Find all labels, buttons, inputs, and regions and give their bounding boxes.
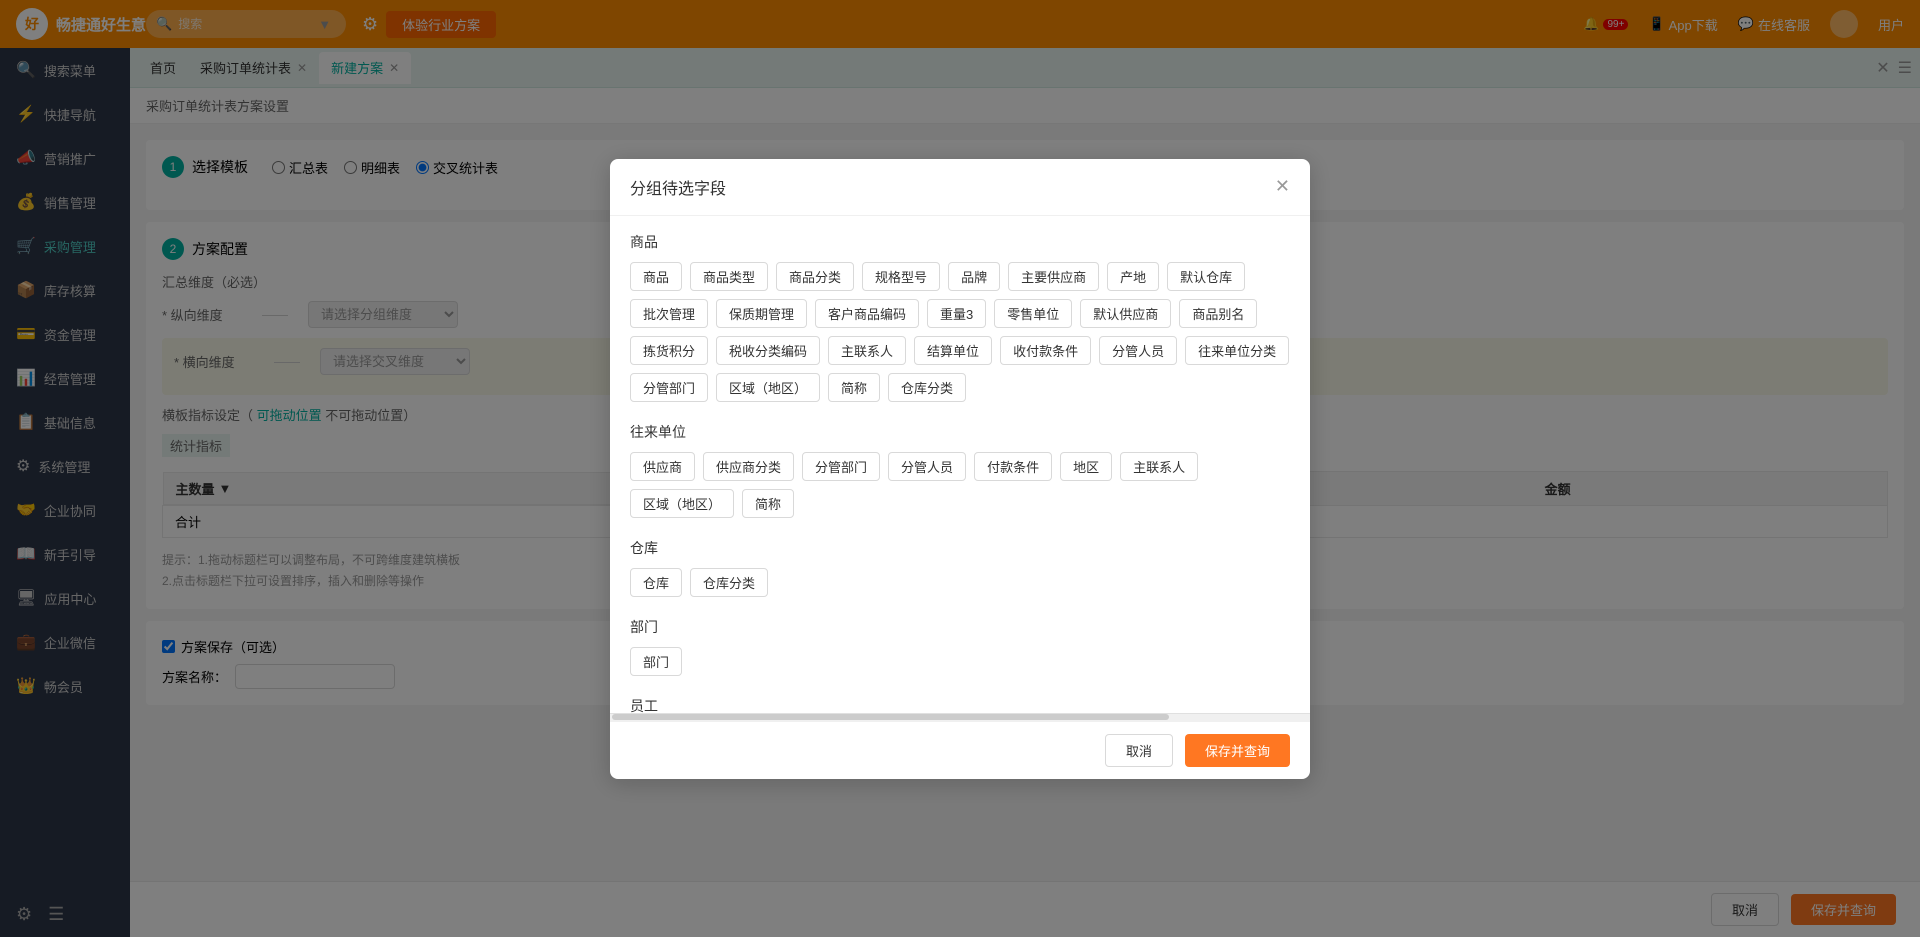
field-chip[interactable]: 主要供应商 xyxy=(1008,262,1099,291)
field-chip[interactable]: 默认仓库 xyxy=(1167,262,1245,291)
dialog-header: 分组待选字段 ✕ xyxy=(610,159,1310,216)
field-chip[interactable]: 主联系人 xyxy=(828,336,906,365)
field-chip[interactable]: 税收分类编码 xyxy=(716,336,820,365)
field-chip[interactable]: 分管部门 xyxy=(802,452,880,481)
section-title-dept: 部门 xyxy=(630,617,1290,637)
field-chip[interactable]: 规格型号 xyxy=(862,262,940,291)
dialog-footer: 取消 保存并查询 xyxy=(610,721,1310,779)
field-group-warehouse: 仓库 仓库 仓库分类 xyxy=(630,538,1290,597)
field-chip[interactable]: 简称 xyxy=(742,489,794,518)
field-chips-product: 商品 商品类型 商品分类 规格型号 品牌 主要供应商 产地 默认仓库 批次管理 … xyxy=(630,262,1290,402)
field-chip[interactable]: 结算单位 xyxy=(914,336,992,365)
overlay: 分组待选字段 ✕ 商品 商品 商品类型 商品分类 规格型号 品牌 主要供应商 产… xyxy=(0,0,1920,937)
field-chip[interactable]: 部门 xyxy=(630,647,682,676)
field-chip[interactable]: 仓库分类 xyxy=(690,568,768,597)
field-chip[interactable]: 付款条件 xyxy=(974,452,1052,481)
field-chip[interactable]: 商品分类 xyxy=(776,262,854,291)
section-title-warehouse: 仓库 xyxy=(630,538,1290,558)
field-chip[interactable]: 批次管理 xyxy=(630,299,708,328)
dialog-title: 分组待选字段 xyxy=(630,175,726,199)
field-chip[interactable]: 地区 xyxy=(1060,452,1112,481)
field-chip[interactable]: 客户商品编码 xyxy=(815,299,919,328)
field-chips-partner: 供应商 供应商分类 分管部门 分管人员 付款条件 地区 主联系人 区域（地区） … xyxy=(630,452,1290,518)
field-group-employee: 员工 业务员 xyxy=(630,696,1290,714)
horizontal-scrollbar[interactable] xyxy=(610,713,1310,720)
dialog-body: 商品 商品 商品类型 商品分类 规格型号 品牌 主要供应商 产地 默认仓库 批次… xyxy=(610,216,1310,714)
field-chip[interactable]: 收付款条件 xyxy=(1000,336,1091,365)
field-chip[interactable]: 商品别名 xyxy=(1179,299,1257,328)
field-chip[interactable]: 分管人员 xyxy=(1099,336,1177,365)
field-chip[interactable]: 区域（地区） xyxy=(630,489,734,518)
field-group-partner: 往来单位 供应商 供应商分类 分管部门 分管人员 付款条件 地区 主联系人 区域… xyxy=(630,422,1290,518)
field-chip[interactable]: 区域（地区） xyxy=(716,373,820,402)
field-chip[interactable]: 供应商 xyxy=(630,452,695,481)
section-title-product: 商品 xyxy=(630,232,1290,252)
field-group-dept: 部门 部门 xyxy=(630,617,1290,676)
dialog-cancel-button[interactable]: 取消 xyxy=(1105,734,1173,767)
field-chip[interactable]: 供应商分类 xyxy=(703,452,794,481)
field-chip[interactable]: 商品 xyxy=(630,262,682,291)
field-chip[interactable]: 仓库分类 xyxy=(888,373,966,402)
field-chip[interactable]: 往来单位分类 xyxy=(1185,336,1289,365)
field-chips-warehouse: 仓库 仓库分类 xyxy=(630,568,1290,597)
field-chip[interactable]: 商品类型 xyxy=(690,262,768,291)
field-chip[interactable]: 零售单位 xyxy=(994,299,1072,328)
field-chip[interactable]: 简称 xyxy=(828,373,880,402)
field-chip[interactable]: 主联系人 xyxy=(1120,452,1198,481)
section-title-partner: 往来单位 xyxy=(630,422,1290,442)
dialog: 分组待选字段 ✕ 商品 商品 商品类型 商品分类 规格型号 品牌 主要供应商 产… xyxy=(610,159,1310,779)
field-chip[interactable]: 重量3 xyxy=(927,299,986,328)
field-chip[interactable]: 默认供应商 xyxy=(1080,299,1171,328)
field-chip[interactable]: 分管人员 xyxy=(888,452,966,481)
dialog-confirm-button[interactable]: 保存并查询 xyxy=(1185,734,1290,767)
scrollbar-thumb xyxy=(612,714,1169,720)
field-chip[interactable]: 保质期管理 xyxy=(716,299,807,328)
field-chip[interactable]: 品牌 xyxy=(948,262,1000,291)
field-chips-dept: 部门 xyxy=(630,647,1290,676)
field-chip[interactable]: 分管部门 xyxy=(630,373,708,402)
field-chip[interactable]: 产地 xyxy=(1107,262,1159,291)
field-chip[interactable]: 仓库 xyxy=(630,568,682,597)
field-chip[interactable]: 拣货积分 xyxy=(630,336,708,365)
dialog-close-button[interactable]: ✕ xyxy=(1275,176,1290,197)
section-title-employee: 员工 xyxy=(630,696,1290,714)
field-group-product: 商品 商品 商品类型 商品分类 规格型号 品牌 主要供应商 产地 默认仓库 批次… xyxy=(630,232,1290,402)
